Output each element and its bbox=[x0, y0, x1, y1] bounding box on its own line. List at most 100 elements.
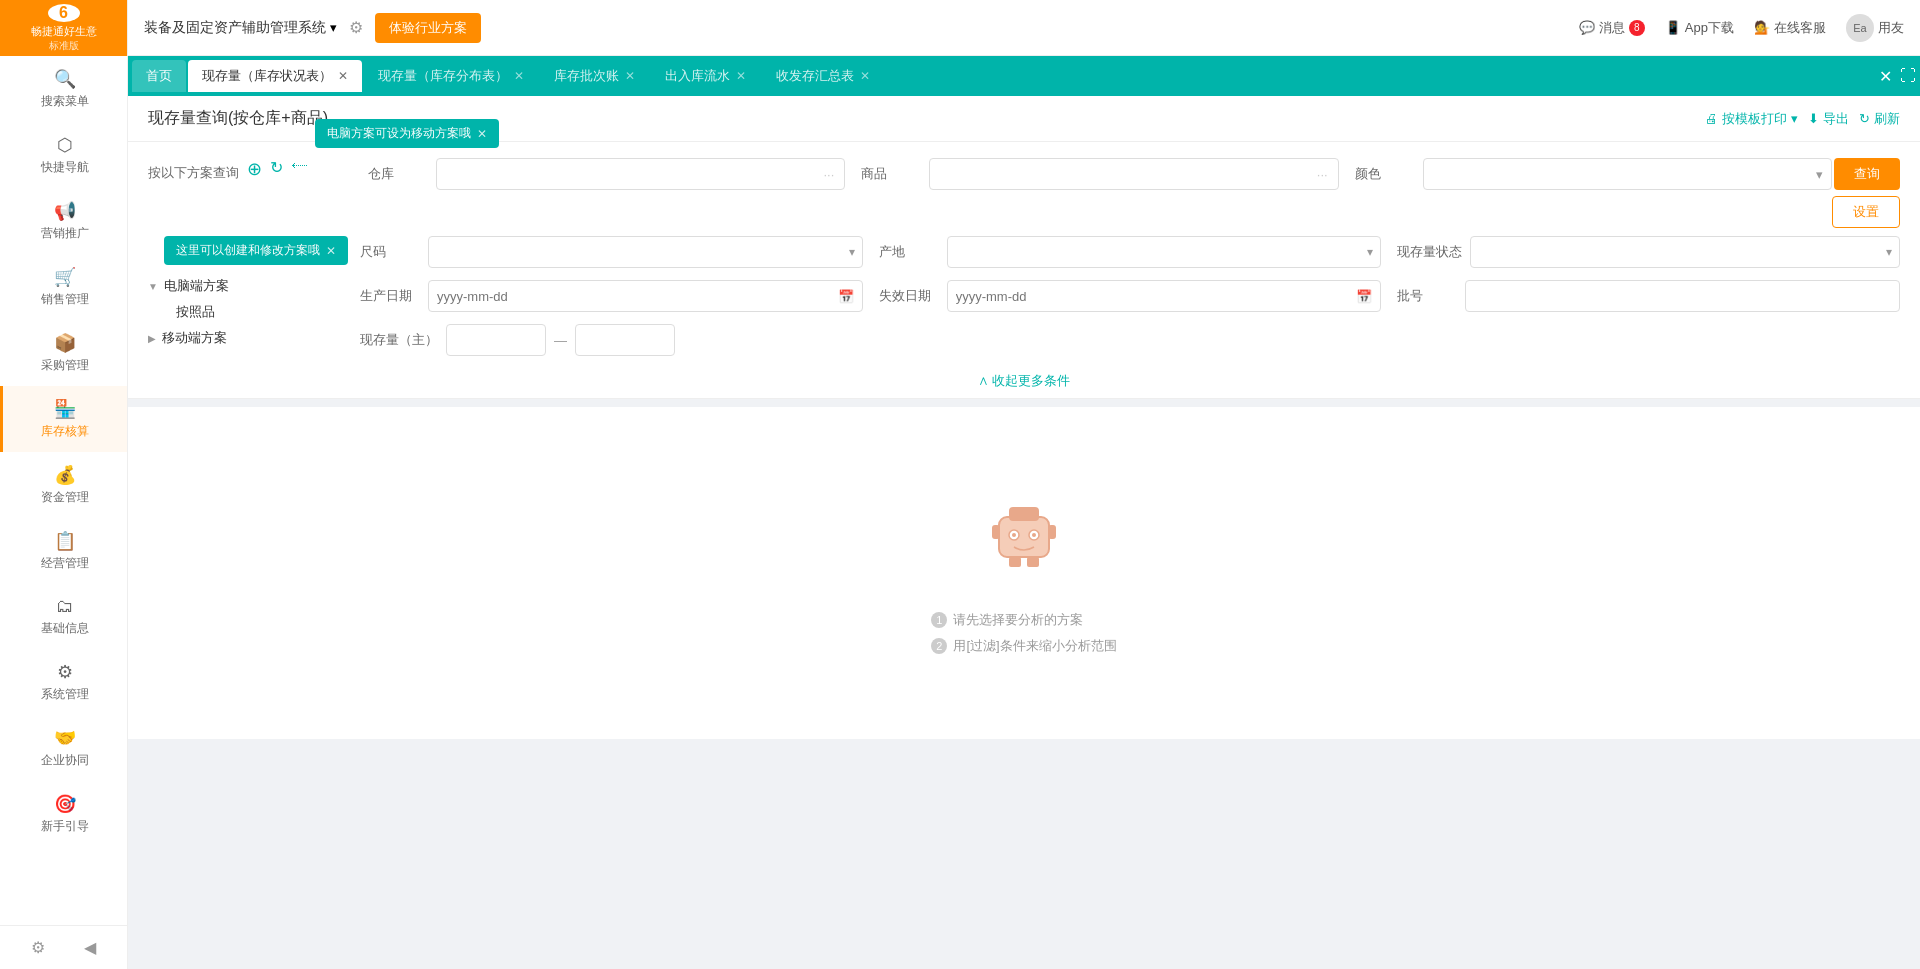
sidebar-item-label: 采购管理 bbox=[41, 357, 89, 374]
tab-close-icon[interactable]: ✕ bbox=[625, 69, 635, 83]
sidebar-item-purchase[interactable]: 📦 采购管理 bbox=[0, 320, 127, 386]
tab-close-all-icon[interactable]: ✕ bbox=[1879, 67, 1892, 86]
system-dropdown[interactable]: 装备及固定资产辅助管理系统 ▾ bbox=[144, 19, 337, 37]
tab-label: 现存量（库存分布表） bbox=[378, 67, 508, 85]
expire-date-input[interactable]: 📅 bbox=[947, 280, 1382, 312]
sidebar-item-inventory[interactable]: 🏪 库存核算 bbox=[0, 386, 127, 452]
collapse-bar[interactable]: ∧ 收起更多条件 bbox=[128, 364, 1920, 399]
sidebar-item-newbie[interactable]: 🎯 新手引导 bbox=[0, 781, 127, 847]
tab-fullscreen-icon[interactable]: ⛶ bbox=[1900, 67, 1916, 86]
calendar-icon[interactable]: 📅 bbox=[838, 289, 854, 304]
sidebar-item-label: 快捷导航 bbox=[41, 159, 89, 176]
tab-close-icon[interactable]: ✕ bbox=[514, 69, 524, 83]
filter-label: 按以下方案查询 bbox=[148, 158, 239, 182]
refresh-button[interactable]: ↻ 刷新 bbox=[1859, 110, 1900, 128]
tab-bar-end: ✕ ⛶ bbox=[1879, 67, 1916, 86]
sidebar-item-sales[interactable]: 🛒 销售管理 bbox=[0, 254, 127, 320]
origin-field: 产地 ▾ bbox=[879, 236, 1382, 268]
tooltip-text: 这里可以创建和修改方案哦 bbox=[176, 242, 320, 259]
goods-input[interactable]: ··· bbox=[929, 158, 1338, 190]
range-dash: — bbox=[554, 333, 567, 348]
settings-icon[interactable]: ⚙ bbox=[31, 938, 45, 957]
page-title: 现存量查询(按仓库+商品) bbox=[148, 108, 328, 129]
sidebar-item-operations[interactable]: 📋 经营管理 bbox=[0, 518, 127, 584]
sidebar-item-cooperation[interactable]: 🤝 企业协同 bbox=[0, 715, 127, 781]
warehouse-more-icon[interactable]: ··· bbox=[823, 167, 834, 182]
logo-text: 畅捷通好生意 bbox=[31, 24, 97, 39]
prod-date-input[interactable]: 📅 bbox=[428, 280, 863, 312]
header-right: 💬 消息 8 📱 App下载 💁 在线客服 Ea 用友 bbox=[1579, 14, 1904, 42]
sidebar-item-basic[interactable]: 🗂 基础信息 bbox=[0, 584, 127, 649]
export-button[interactable]: ⬇ 导出 bbox=[1808, 110, 1849, 128]
app-download-action[interactable]: 📱 App下载 bbox=[1665, 19, 1734, 37]
sidebar-item-label: 基础信息 bbox=[41, 620, 89, 637]
sidebar-item-system[interactable]: ⚙ 系统管理 bbox=[0, 649, 127, 715]
tooltip-close-icon[interactable]: ✕ bbox=[326, 244, 336, 258]
tab-close-icon[interactable]: ✕ bbox=[338, 69, 348, 83]
tab-collect-summary[interactable]: 收发存汇总表 ✕ bbox=[762, 60, 884, 92]
logo-icon: 6 bbox=[48, 4, 80, 22]
sidebar-item-search[interactable]: 🔍 搜索菜单 bbox=[0, 56, 127, 122]
tab-close-icon[interactable]: ✕ bbox=[736, 69, 746, 83]
tab-home[interactable]: 首页 bbox=[132, 60, 186, 92]
user-action[interactable]: Ea 用友 bbox=[1846, 14, 1904, 42]
stock-main-label: 现存量（主） bbox=[360, 331, 438, 349]
add-scheme-button[interactable]: ⊕ bbox=[247, 158, 262, 180]
reset-button[interactable]: 设置 bbox=[1832, 196, 1900, 228]
back-scheme-button[interactable]: ⬸ bbox=[291, 158, 307, 176]
origin-label: 产地 bbox=[879, 243, 939, 261]
origin-select-wrapper: ▾ bbox=[947, 236, 1382, 268]
scheme-item-goods[interactable]: 按照品 bbox=[168, 299, 348, 325]
tab-inventory-status[interactable]: 现存量（库存状况表） ✕ bbox=[188, 60, 362, 92]
svg-rect-6 bbox=[992, 525, 1000, 539]
tip-text-2: 用[过滤]条件来缩小分析范围 bbox=[953, 633, 1116, 659]
tooltip-close-icon[interactable]: ✕ bbox=[477, 127, 487, 141]
tab-inventory-dist[interactable]: 现存量（库存分布表） ✕ bbox=[364, 60, 538, 92]
marketing-icon: 📢 bbox=[54, 200, 76, 222]
expire-date-input-field[interactable] bbox=[956, 289, 1353, 304]
tab-in-out-flow[interactable]: 出入库流水 ✕ bbox=[651, 60, 760, 92]
batch-input[interactable] bbox=[1465, 280, 1900, 312]
sidebar-item-guide[interactable]: ⬡ 快捷导航 bbox=[0, 122, 127, 188]
print-icon: 🖨 bbox=[1705, 111, 1718, 126]
stock-main-end[interactable] bbox=[575, 324, 675, 356]
size-select-wrapper: ▾ bbox=[428, 236, 863, 268]
message-action[interactable]: 💬 消息 8 bbox=[1579, 19, 1645, 37]
calendar-icon[interactable]: 📅 bbox=[1356, 289, 1372, 304]
sidebar-item-finance[interactable]: 💰 资金管理 bbox=[0, 452, 127, 518]
goods-more-icon[interactable]: ··· bbox=[1317, 167, 1328, 182]
sidebar-item-label: 搜索菜单 bbox=[41, 93, 89, 110]
warehouse-input[interactable]: ··· bbox=[436, 158, 845, 190]
collapse-sidebar-icon[interactable]: ◀ bbox=[84, 938, 96, 957]
refresh-scheme-button[interactable]: ↻ bbox=[270, 158, 283, 177]
scheme-arrow-icon: ▶ bbox=[148, 333, 156, 344]
export-label: 导出 bbox=[1823, 110, 1849, 128]
origin-select[interactable] bbox=[947, 236, 1382, 268]
online-support-action[interactable]: 💁 在线客服 bbox=[1754, 19, 1826, 37]
section-divider bbox=[128, 399, 1920, 407]
search-icon: 🔍 bbox=[54, 68, 76, 90]
filter-section: 按以下方案查询 ⊕ ↻ ⬸ 电脑方案可设为移动方案哦 ✕ bbox=[128, 142, 1920, 364]
color-label: 颜色 bbox=[1355, 165, 1415, 183]
scheme-group-mobile[interactable]: ▶ 移动端方案 bbox=[148, 325, 348, 351]
goods-field: 商品 ··· bbox=[861, 158, 1338, 190]
empty-state: 1 请先选择要分析的方案 2 用[过滤]条件来缩小分析范围 bbox=[128, 407, 1920, 739]
print-button[interactable]: 🖨 按模板打印 ▾ bbox=[1705, 110, 1798, 128]
stock-status-select[interactable] bbox=[1470, 236, 1900, 268]
prod-date-input-field[interactable] bbox=[437, 289, 834, 304]
print-label: 按模板打印 bbox=[1722, 110, 1787, 128]
size-select[interactable] bbox=[428, 236, 863, 268]
tab-close-icon[interactable]: ✕ bbox=[860, 69, 870, 83]
stock-main-start[interactable] bbox=[446, 324, 546, 356]
scheme-group-pc[interactable]: ▼ 电脑端方案 bbox=[148, 273, 348, 299]
scheme-arrow-icon: ▼ bbox=[148, 281, 158, 292]
experience-button[interactable]: 体验行业方案 bbox=[375, 13, 481, 43]
search-button[interactable]: 查询 bbox=[1834, 158, 1900, 190]
color-select[interactable]: ▾ bbox=[1423, 158, 1832, 190]
prod-date-label: 生产日期 bbox=[360, 287, 420, 305]
tab-batch-account[interactable]: 库存批次账 ✕ bbox=[540, 60, 649, 92]
message-badge: 8 bbox=[1629, 20, 1645, 36]
guide-icon: ⬡ bbox=[57, 134, 73, 156]
sidebar-item-marketing[interactable]: 📢 营销推广 bbox=[0, 188, 127, 254]
gear-button[interactable]: ⚙ bbox=[349, 18, 363, 37]
